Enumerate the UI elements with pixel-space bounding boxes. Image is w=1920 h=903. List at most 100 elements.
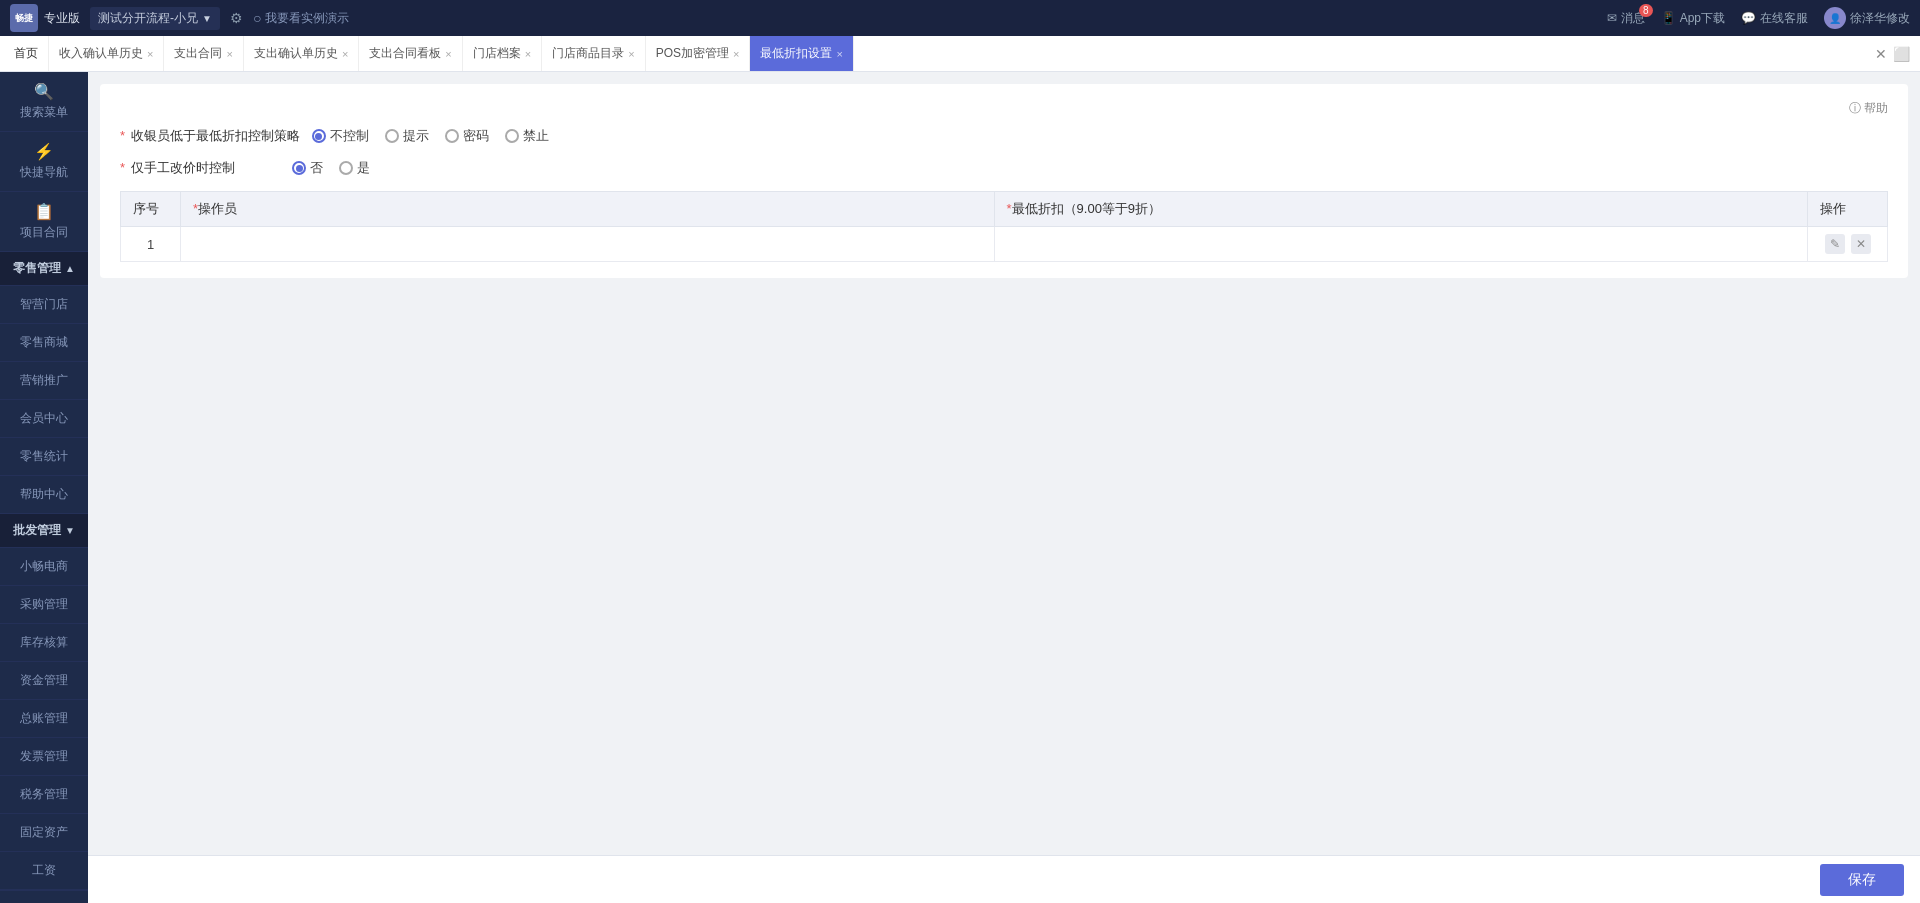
table-body: 1 ✎ (121, 227, 1888, 262)
sidebar-item-payroll[interactable]: 工资 (0, 852, 88, 890)
tab-store-products-close[interactable]: × (628, 48, 634, 60)
avatar-icon: 👤 (1829, 13, 1841, 24)
tab-payment-confirm[interactable]: 支出确认单历史 × (244, 36, 359, 71)
tab-pos-password[interactable]: POS加密管理 × (646, 36, 751, 71)
edit-icon: ✎ (1830, 237, 1840, 251)
row-edit-button[interactable]: ✎ (1825, 234, 1845, 254)
tab-store-profile-close[interactable]: × (525, 48, 531, 60)
sidebar-settings-button[interactable]: ⚙ (0, 890, 88, 903)
min-discount-input-1[interactable] (1007, 237, 1796, 252)
sidebar-item-retail-stats[interactable]: 零售统计 (0, 438, 88, 476)
sidebar-label-retail: 零售管理 (13, 260, 61, 277)
radio-prompt[interactable]: 提示 (385, 127, 429, 145)
radio-prompt-circle (385, 129, 399, 143)
sidebar-label-search: 搜索菜单 (20, 104, 68, 121)
tab-min-discount-close[interactable]: × (836, 48, 842, 60)
project-name: 测试分开流程-小兄 (98, 10, 198, 27)
tab-bar: 首页 收入确认单历史 × 支出合同 × 支出确认单历史 × 支出合同看板 × 门… (0, 36, 1920, 72)
tab-payment-contract[interactable]: 支出合同 × (164, 36, 243, 71)
app-download-button[interactable]: 📱 App下载 (1661, 10, 1725, 27)
row-action-icons: ✎ ✕ (1820, 234, 1875, 254)
sidebar-item-fixed-assets[interactable]: 固定资产 (0, 814, 88, 852)
discount-control-row: * 收银员低于最低折扣控制策略 不控制 提示 (120, 127, 1888, 145)
manual-price-radio-group: 否 是 (292, 159, 370, 177)
sidebar-item-retail-mall[interactable]: 零售商城 (0, 324, 88, 362)
sidebar-item-inventory[interactable]: 库存核算 (0, 624, 88, 662)
table-header-row: 序号 *操作员 *最低折扣（9.00等于9折） 操作 (121, 192, 1888, 227)
sidebar-item-smart-store[interactable]: 智营门店 (0, 286, 88, 324)
radio-yes-circle (339, 161, 353, 175)
logo-icon: 畅捷 (10, 4, 38, 32)
project-selector[interactable]: 测试分开流程-小兄 ▼ (90, 7, 220, 30)
tab-store-profile[interactable]: 门店档案 × (463, 36, 542, 71)
sidebar-item-ledger[interactable]: 总账管理 (0, 700, 88, 738)
row-delete-button[interactable]: ✕ (1851, 234, 1871, 254)
radio-forbid[interactable]: 禁止 (505, 127, 549, 145)
sidebar-label-fund: 资金管理 (20, 672, 68, 689)
tab-close-all-button[interactable]: ✕ (1875, 46, 1887, 62)
tab-payment-confirm-close[interactable]: × (342, 48, 348, 60)
tab-income-confirm-close[interactable]: × (147, 48, 153, 60)
support-icon: 💬 (1741, 11, 1756, 25)
tab-store-products-label: 门店商品目录 (552, 45, 624, 62)
cell-seq-1: 1 (121, 227, 181, 262)
sidebar-item-invoice[interactable]: 发票管理 (0, 738, 88, 776)
tab-income-confirm[interactable]: 收入确认单历史 × (49, 36, 164, 71)
sidebar-item-shortcut[interactable]: ⚡ 快捷导航 (0, 132, 88, 192)
tab-home[interactable]: 首页 (4, 36, 49, 71)
sidebar-item-purchase[interactable]: 采购管理 (0, 586, 88, 624)
sidebar-label-ledger: 总账管理 (20, 710, 68, 727)
tab-min-discount[interactable]: 最低折扣设置 × (750, 36, 853, 71)
save-button[interactable]: 保存 (1820, 864, 1904, 896)
sidebar-label-purchase: 采购管理 (20, 596, 68, 613)
user-avatar-area[interactable]: 👤 徐泽华修改 (1824, 7, 1910, 29)
sidebar-item-search[interactable]: 🔍 搜索菜单 (0, 72, 88, 132)
radio-no-control[interactable]: 不控制 (312, 127, 369, 145)
retail-collapse-arrow: ▲ (65, 263, 75, 274)
messages-button[interactable]: ✉ 消息 8 (1607, 10, 1645, 27)
sidebar-label-marketing: 营销推广 (20, 372, 68, 389)
tab-payment-board[interactable]: 支出合同看板 × (359, 36, 462, 71)
top-bar-right: ✉ 消息 8 📱 App下载 💬 在线客服 👤 徐泽华修改 (1607, 7, 1910, 29)
radio-no[interactable]: 否 (292, 159, 323, 177)
sidebar-item-retail-mgmt[interactable]: 零售管理 ▲ (0, 252, 88, 286)
sidebar-label-member: 会员中心 (20, 410, 68, 427)
sidebar-item-fund[interactable]: 资金管理 (0, 662, 88, 700)
sidebar-item-tax[interactable]: 税务管理 (0, 776, 88, 814)
cell-min-discount-1[interactable] (994, 227, 1808, 262)
sidebar-item-batch-mgmt[interactable]: 批发管理 ▼ (0, 514, 88, 548)
tab-payment-contract-close[interactable]: × (226, 48, 232, 60)
page-content: ⓘ 帮助 * 收银员低于最低折扣控制策略 不控制 (88, 72, 1920, 855)
cell-operator-1[interactable] (181, 227, 995, 262)
sidebar-label-tax: 税务管理 (20, 786, 68, 803)
radio-password-circle (445, 129, 459, 143)
manual-price-label: * 仅手工改价时控制 (120, 159, 280, 177)
sidebar-item-project-contract[interactable]: 📋 项目合同 (0, 192, 88, 252)
sidebar-item-help-center[interactable]: 帮助中心 (0, 476, 88, 514)
help-circle-icon: ⓘ (1849, 100, 1861, 117)
tab-payment-board-close[interactable]: × (445, 48, 451, 60)
sidebar-item-member-center[interactable]: 会员中心 (0, 400, 88, 438)
settings-icon[interactable]: ⚙ (230, 10, 243, 26)
help-link[interactable]: ⓘ 帮助 (1849, 100, 1888, 117)
radio-password[interactable]: 密码 (445, 127, 489, 145)
col-header-min-discount: *最低折扣（9.00等于9折） (994, 192, 1808, 227)
tab-store-products[interactable]: 门店商品目录 × (542, 36, 645, 71)
radio-yes[interactable]: 是 (339, 159, 370, 177)
demo-link[interactable]: ○ 我要看实例演示 (253, 10, 349, 27)
tab-expand-button[interactable]: ⬜ (1893, 46, 1910, 62)
download-icon: 📱 (1661, 11, 1676, 25)
message-icon: ✉ (1607, 11, 1617, 25)
sidebar-label-project: 项目合同 (20, 224, 68, 241)
bottom-bar: 保存 (88, 855, 1920, 903)
tab-store-profile-label: 门店档案 (473, 45, 521, 62)
sidebar: 🔍 搜索菜单 ⚡ 快捷导航 📋 项目合同 零售管理 ▲ 智营门店 零售商城 营销… (0, 72, 88, 903)
sidebar-item-ecommerce[interactable]: 小畅电商 (0, 548, 88, 586)
col-header-seq: 序号 (121, 192, 181, 227)
operator-input-1[interactable] (193, 237, 982, 252)
project-dropdown-arrow: ▼ (202, 13, 212, 24)
sidebar-label-shortcut: 快捷导航 (20, 164, 68, 181)
tab-pos-password-close[interactable]: × (733, 48, 739, 60)
online-support-button[interactable]: 💬 在线客服 (1741, 10, 1808, 27)
sidebar-item-marketing[interactable]: 营销推广 (0, 362, 88, 400)
